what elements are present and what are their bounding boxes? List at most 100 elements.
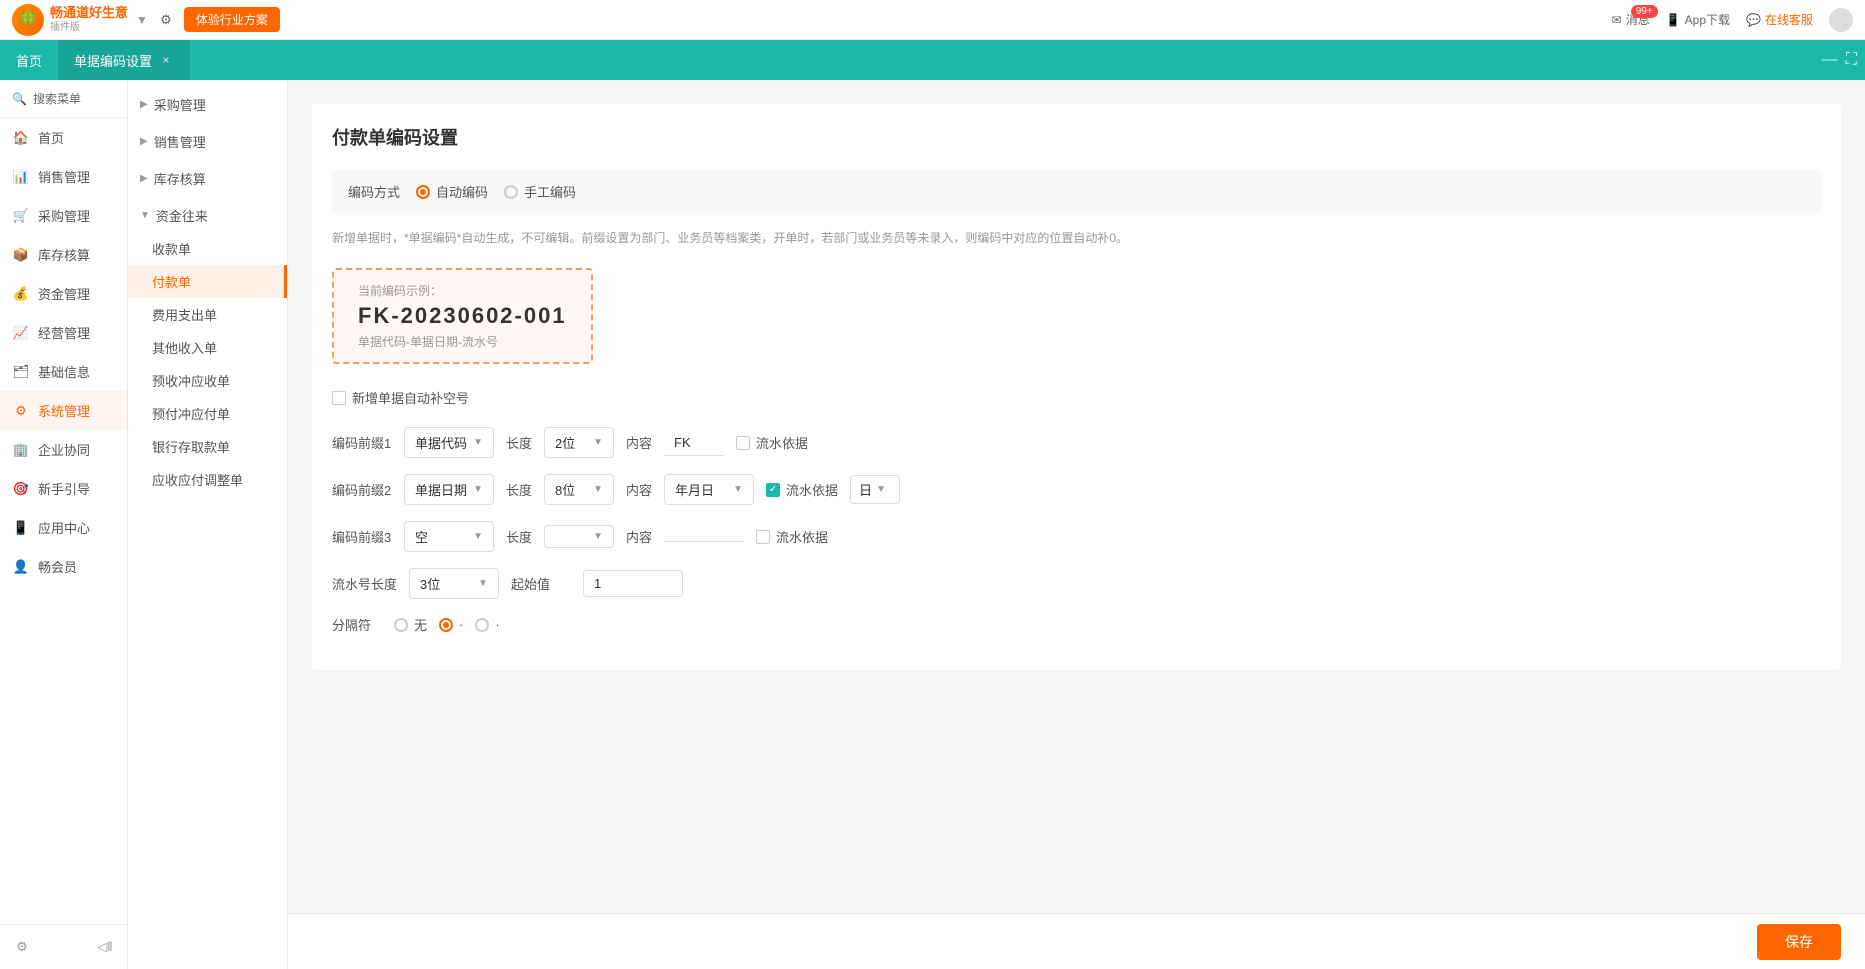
basic-info-icon: 🗂 [12,363,30,381]
prefix2-select[interactable]: 单据日期 ▼ [404,474,494,505]
auto-encoding-radio[interactable]: 自动编码 [416,182,488,201]
info-text: 新增单据时，*单据编码*自动生成，不可编辑。前缀设置为部门、业务员等档案类，开单… [332,229,1821,248]
sep-radio-none[interactable]: 无 [394,615,427,634]
nav-item-bank-deposit[interactable]: 银行存取款单 [128,430,287,463]
trial-button[interactable]: 体验行业方案 [184,7,280,32]
serial-start-input[interactable] [583,570,683,597]
tab-close-icon[interactable]: × [158,52,174,68]
example-code: FK-20230602-001 [358,303,567,329]
prefix1-select[interactable]: 单据代码 ▼ [404,427,494,458]
prefix2-arrow-icon: ▼ [473,484,483,495]
messages-badge: 99+ [1631,5,1658,18]
manual-encoding-dot [504,185,518,199]
inventory-icon: 📦 [12,246,30,264]
sep-radio-dot2[interactable]: · [475,617,499,632]
search-menu-label: 搜索菜单 [33,90,81,107]
sidebar-item-appstore[interactable]: 📱 应用中心 [0,508,127,547]
sidebar-item-finance[interactable]: 💰 资金管理 [0,274,127,313]
sidebar-item-enterprise[interactable]: 🏢 企业协同 [0,430,127,469]
prefix2-day-arrow-icon: ▼ [876,484,886,495]
sep-label-dot1: · [459,617,463,632]
user-avatar[interactable] [1829,8,1853,32]
sidebar-collapse-btn[interactable]: ◁‖ [91,933,119,961]
prefix2-content-select[interactable]: 年月日 ▼ [664,474,754,505]
nav-item-payment[interactable]: 付款单 [128,265,287,298]
prefix1-stream-label: 流水依据 [756,433,808,452]
prefix1-length-select[interactable]: 2位 ▼ [544,427,614,458]
save-button[interactable]: 保存 [1757,924,1841,960]
nav-group-fund: ▼ 资金往来 收款单 付款单 费用支出单 其他收入单 预收冲应收单 [128,199,287,496]
serial-row: 流水号长度 3位 ▼ 起始值 [332,568,1821,599]
logo-text: 畅通道好生意 插件版 [50,5,128,35]
logo: 🍀 畅通道好生意 插件版 [12,4,128,36]
nav-item-advance-receivable[interactable]: 预收冲应收单 [128,364,287,397]
auto-complete-row: 新增单据自动补空号 [332,388,1821,407]
main-panel: 付款单编码设置 编码方式 自动编码 手工编码 [288,80,1865,913]
sidebar-settings-btn[interactable]: ⚙ [8,933,36,961]
sep-dot-dot2 [475,618,489,632]
prefix2-stream-row: ✓ 流水依据 [766,480,838,499]
nav-group-header-sales[interactable]: ▶ 销售管理 [128,125,287,158]
tab-maximize-icon[interactable]: ⛶ [1846,51,1857,69]
finance-icon: 💰 [12,285,30,303]
nav-group-header-fund[interactable]: ▼ 资金往来 [128,199,287,232]
operations-icon: 📈 [12,324,30,342]
company-dropdown[interactable]: ▼ [136,13,148,27]
nav-group-purchase: ▶ 采购管理 [128,88,287,121]
nav-item-other-income[interactable]: 其他收入单 [128,331,287,364]
manual-encoding-radio[interactable]: 手工编码 [504,182,576,201]
prefix3-length-select[interactable]: ▼ [544,525,614,548]
encoding-tab-label: 单据编码设置 [74,51,152,70]
tab-minimize-icon[interactable]: — [1822,51,1838,69]
sidebar-item-inventory[interactable]: 📦 库存核算 [0,235,127,274]
code-preview: 当前编码示例： FK-20230602-001 单据代码-单据日期-流水号 [332,268,593,364]
separator-label: 分隔符 [332,615,382,634]
nav-item-receipt[interactable]: 收款单 [128,232,287,265]
guide-icon: 🎯 [12,480,30,498]
sidebar-item-vip[interactable]: 👤 畅会员 [0,547,127,586]
sidebar-item-system[interactable]: ⚙ 系统管理 [0,391,127,430]
home-tab-label: 首页 [16,51,42,70]
prefix1-stream-checkbox[interactable] [736,436,750,450]
prefix3-stream-row: 流水依据 [756,527,828,546]
prefix3-length-label: 长度 [506,527,532,546]
encoding-method-radios: 自动编码 手工编码 [416,182,576,201]
sidebar-item-basic-info[interactable]: 🗂 基础信息 [0,352,127,391]
tab-bar: 首页 单据编码设置 × — ⛶ [0,40,1865,80]
settings-button[interactable]: ⚙ [154,8,178,32]
sep-radio-dot1[interactable]: · [439,617,463,632]
sidebar-item-guide[interactable]: 🎯 新手引导 [0,469,127,508]
sidebar-item-purchase[interactable]: 🛒 采购管理 [0,196,127,235]
serial-length-select[interactable]: 3位 ▼ [409,568,499,599]
prefix2-stream-checkbox[interactable]: ✓ [766,483,780,497]
sidebar-item-sales[interactable]: 📊 销售管理 [0,157,127,196]
sidebar-item-operations[interactable]: 📈 经营管理 [0,313,127,352]
nav-group-header-purchase[interactable]: ▶ 采购管理 [128,88,287,121]
nav-item-advance-payable[interactable]: 预付冲应付单 [128,397,287,430]
auto-complete-checkbox[interactable] [332,391,346,405]
nav-group-header-inventory[interactable]: ▶ 库存核算 [128,162,287,195]
serial-start-label: 起始值 [511,574,571,593]
prefix3-stream-checkbox[interactable] [756,530,770,544]
search-icon: 🔍 [12,92,27,106]
auto-encoding-label: 自动编码 [436,182,488,201]
sep-label-none: 无 [414,615,427,634]
sidebar-label-finance: 资金管理 [38,284,90,303]
search-menu[interactable]: 🔍 搜索菜单 [0,80,127,118]
nav-item-ar-ap-adjust[interactable]: 应收应付调整单 [128,463,287,496]
tab-encoding-settings[interactable]: 单据编码设置 × [58,40,190,80]
separator-row: 分隔符 无 · · [332,615,1821,634]
sidebar-item-home[interactable]: 🏠 首页 [0,118,127,157]
prefix2-content-arrow-icon: ▼ [733,484,743,495]
nav-item-expense[interactable]: 费用支出单 [128,298,287,331]
online-service-button[interactable]: 💬 在线客服 [1746,11,1813,28]
app-download-button[interactable]: 📱 App下载 [1666,11,1730,28]
messages-button[interactable]: ✉ 消息 99+ [1612,11,1650,28]
prefix3-select[interactable]: 空 ▼ [404,521,494,552]
sidebar-label-enterprise: 企业协同 [38,440,90,459]
sidebar-label-sales: 销售管理 [38,167,90,186]
prefix2-day-select[interactable]: 日 ▼ [850,475,900,504]
prefix3-arrow-icon: ▼ [473,531,483,542]
tab-home[interactable]: 首页 [0,40,58,80]
prefix2-length-select[interactable]: 8位 ▼ [544,474,614,505]
